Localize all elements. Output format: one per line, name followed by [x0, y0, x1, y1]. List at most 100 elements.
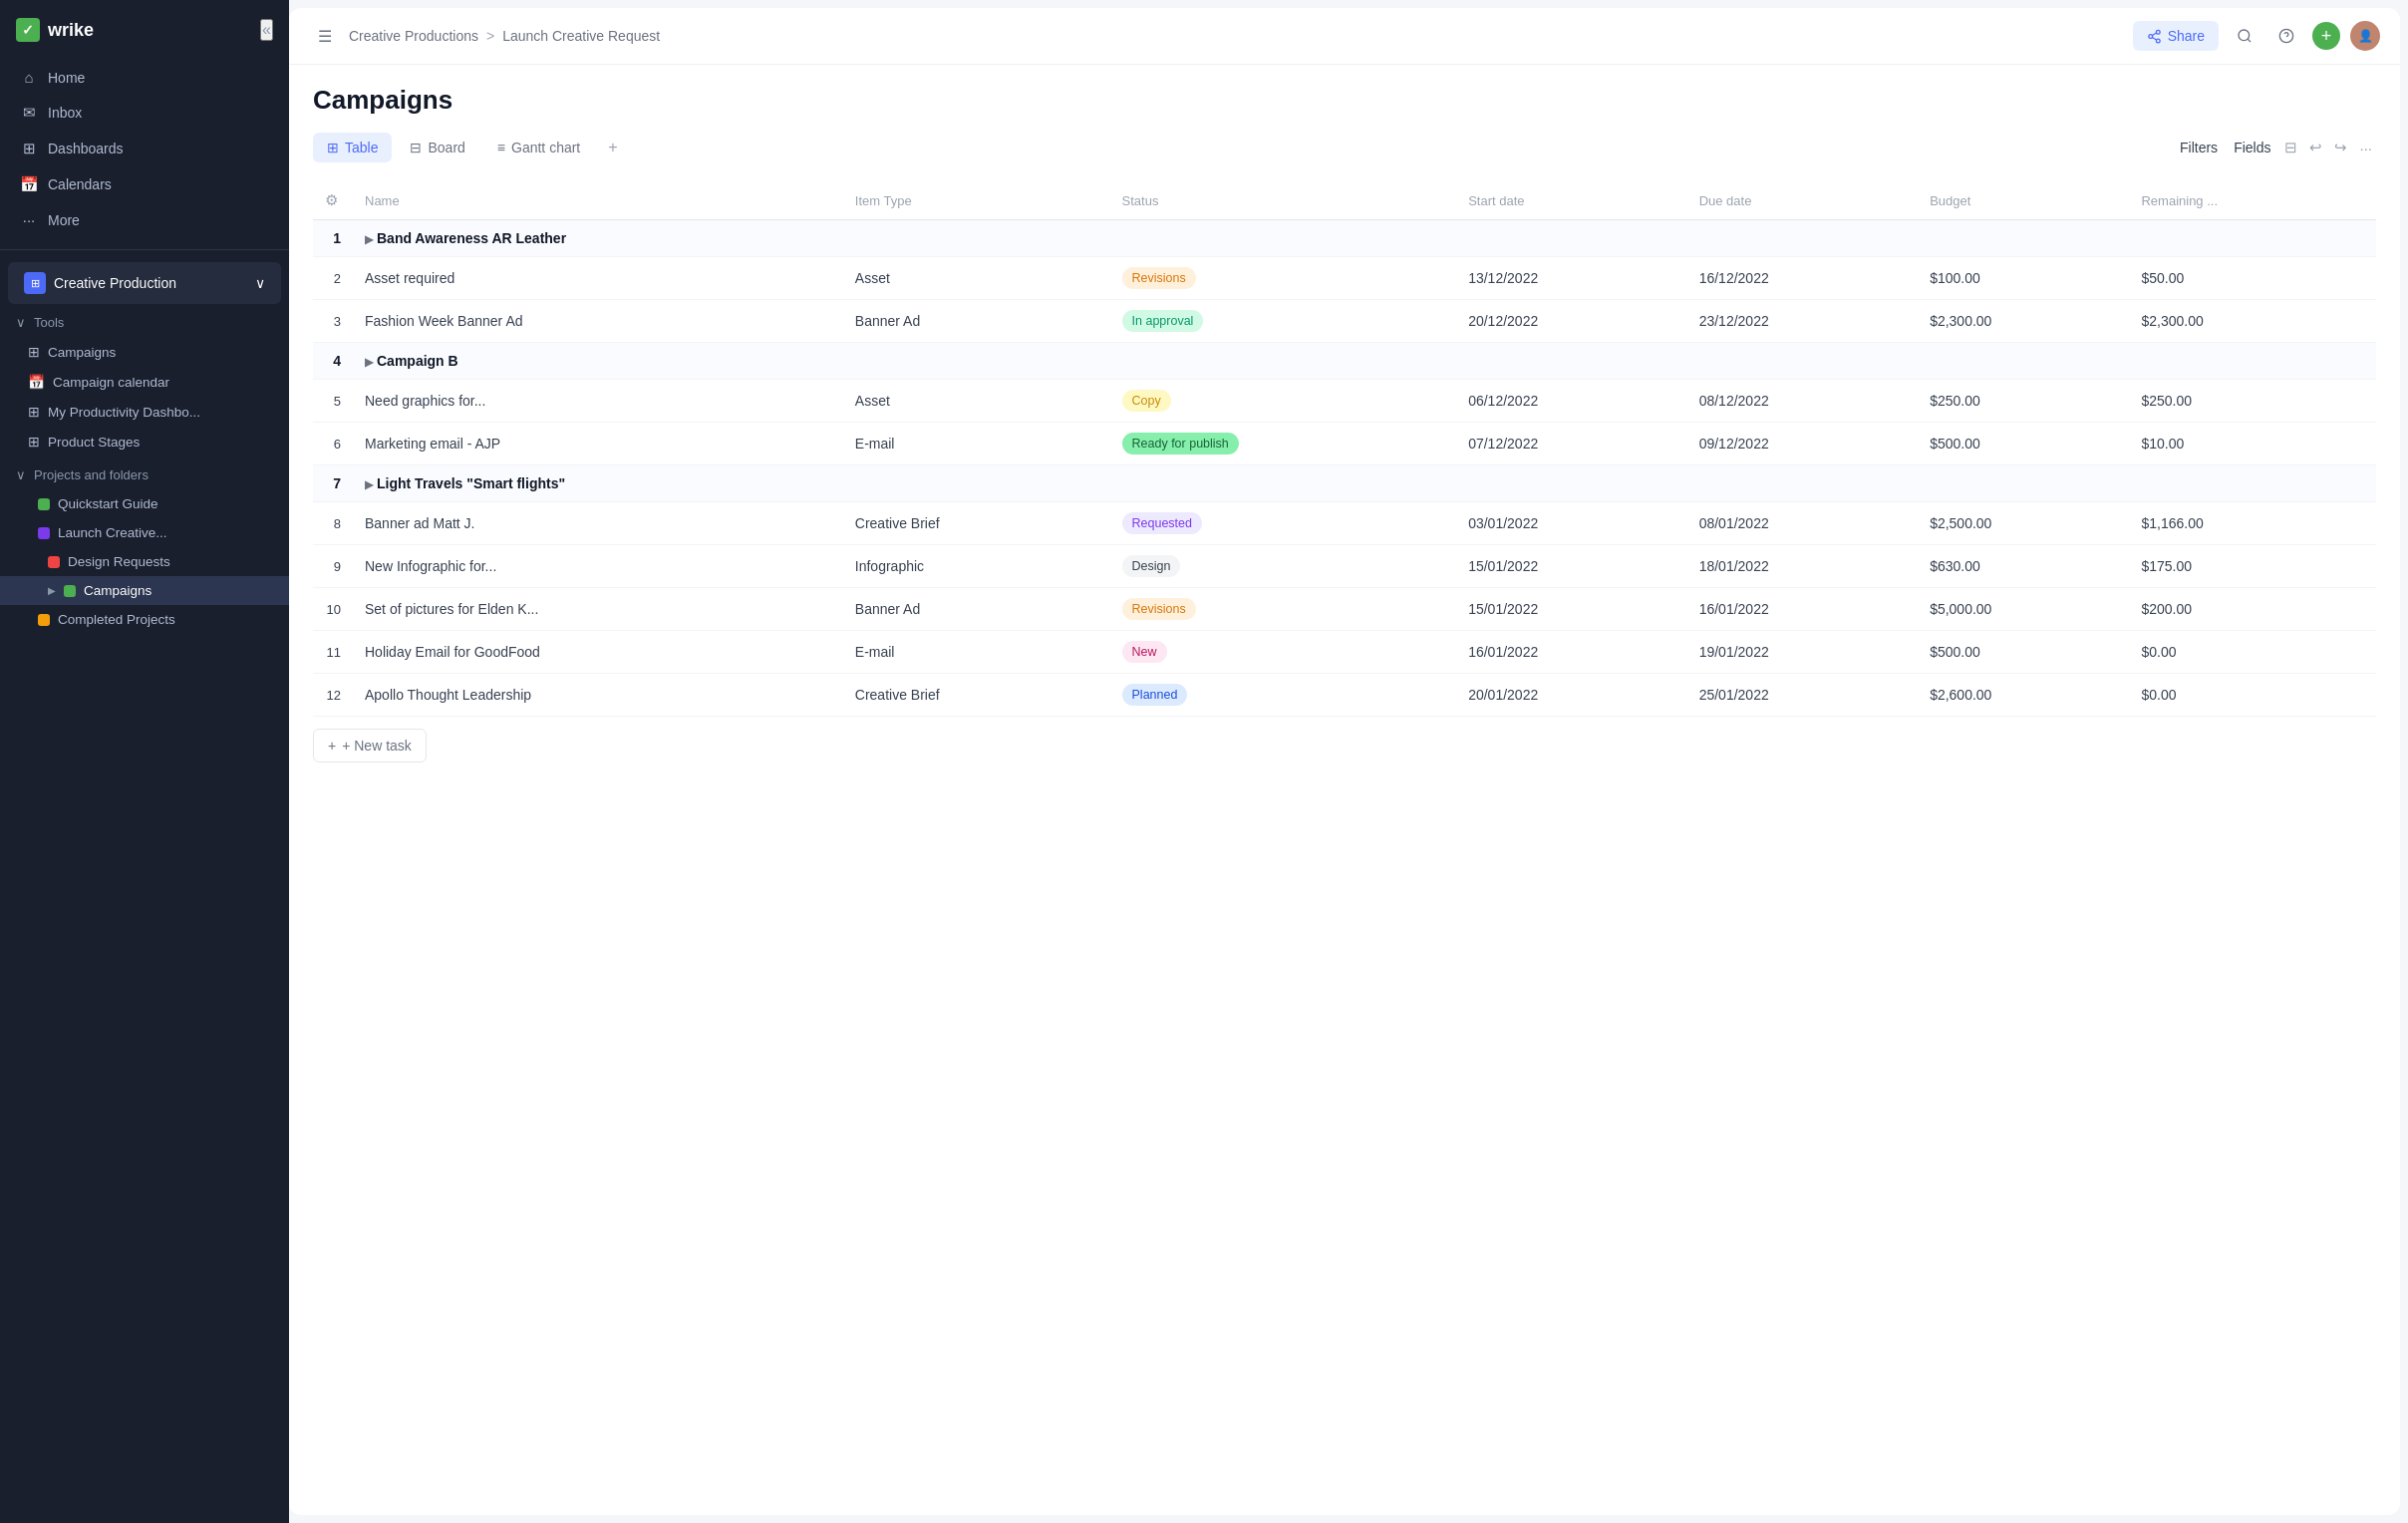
due-date: 09/12/2022	[1687, 423, 1918, 465]
hamburger-button[interactable]: ☰	[309, 20, 341, 52]
status-badge: Revisions	[1122, 598, 1196, 620]
task-name[interactable]: Need graphics for...	[353, 380, 843, 423]
folder-icon-green-campaigns	[64, 585, 76, 597]
col-remaining[interactable]: Remaining ...	[2129, 181, 2376, 220]
remaining: $2,300.00	[2129, 300, 2376, 343]
task-name[interactable]: Set of pictures for Elden K...	[353, 588, 843, 631]
table-row[interactable]: 6 Marketing email - AJP E-mail Ready for…	[313, 423, 2376, 465]
task-status[interactable]: In approval	[1110, 300, 1457, 343]
row-number: 1	[313, 220, 353, 257]
col-budget[interactable]: Budget	[1918, 181, 2129, 220]
tab-gantt[interactable]: ≡ Gantt chart	[483, 133, 594, 162]
task-status[interactable]: Revisions	[1110, 588, 1457, 631]
workspace-icon: ⊞	[24, 272, 46, 294]
task-status[interactable]: Planned	[1110, 674, 1457, 717]
start-date: 15/01/2022	[1456, 545, 1686, 588]
row-number: 6	[313, 423, 353, 465]
col-name[interactable]: Name	[353, 181, 843, 220]
budget: $250.00	[1918, 380, 2129, 423]
search-button[interactable]	[2229, 20, 2260, 52]
sidebar-item-productivity[interactable]: ⊞ My Productivity Dashbo...	[0, 397, 289, 427]
table-row[interactable]: 3 Fashion Week Banner Ad Banner Ad In ap…	[313, 300, 2376, 343]
folders-section-header[interactable]: ∨ Projects and folders	[0, 460, 289, 489]
task-name[interactable]: Banner ad Matt J.	[353, 502, 843, 545]
svg-point-0	[2156, 30, 2160, 34]
add-view-button[interactable]: +	[598, 132, 627, 163]
table-row[interactable]: 1 ▶Band Awareness AR Leather	[313, 220, 2376, 257]
col-due-date[interactable]: Due date	[1687, 181, 1918, 220]
undo-button[interactable]: ↩	[2305, 135, 2326, 160]
tab-table[interactable]: ⊞ Table	[313, 133, 392, 162]
fields-button[interactable]: Fields	[2228, 136, 2276, 159]
filters-button[interactable]: Filters	[2174, 136, 2224, 159]
sidebar-item-more[interactable]: ··· More	[0, 202, 289, 237]
table-row[interactable]: 11 Holiday Email for GoodFood E-mail New…	[313, 631, 2376, 674]
sidebar-collapse-button[interactable]: «	[260, 19, 273, 41]
budget: $500.00	[1918, 423, 2129, 465]
workspace-selector[interactable]: ⊞ Creative Production ∨	[8, 262, 281, 304]
sidebar-item-campaigns-folder[interactable]: ▶ Campaigns	[0, 576, 289, 605]
task-name[interactable]: Fashion Week Banner Ad	[353, 300, 843, 343]
new-task-button[interactable]: + + New task	[313, 729, 427, 762]
sidebar-item-design-requests[interactable]: Design Requests	[0, 547, 289, 576]
workspace-chevron-icon: ∨	[255, 275, 265, 291]
task-name[interactable]: New Infographic for...	[353, 545, 843, 588]
table-icon: ⊞	[327, 140, 339, 155]
row-number: 10	[313, 588, 353, 631]
sidebar-item-dashboards[interactable]: ⊞ Dashboards	[0, 131, 289, 166]
task-status[interactable]: Copy	[1110, 380, 1457, 423]
sidebar-item-product-stages[interactable]: ⊞ Product Stages	[0, 427, 289, 457]
settings-icon[interactable]: ⚙	[325, 191, 338, 208]
sidebar-item-campaign-calendar[interactable]: 📅 Campaign calendar	[0, 367, 289, 397]
sidebar-item-quickstart[interactable]: Quickstart Guide	[0, 489, 289, 518]
task-status[interactable]: Ready for publish	[1110, 423, 1457, 465]
redo-button[interactable]: ↪	[2330, 135, 2351, 160]
due-date: 18/01/2022	[1687, 545, 1918, 588]
task-name[interactable]: Asset required	[353, 257, 843, 300]
item-type: E-mail	[843, 423, 1110, 465]
sidebar-item-launch-creative[interactable]: Launch Creative...	[0, 518, 289, 547]
sidebar-item-campaigns[interactable]: ⊞ Campaigns	[0, 337, 289, 367]
more-icon: ···	[20, 211, 38, 228]
sidebar-item-home[interactable]: ⌂ Home	[0, 60, 289, 95]
more-options-button[interactable]: ···	[2355, 136, 2376, 160]
tab-board[interactable]: ⊟ Board	[396, 133, 478, 162]
share-button[interactable]: Share	[2133, 21, 2219, 51]
status-badge: Ready for publish	[1122, 433, 1239, 455]
table-row[interactable]: 5 Need graphics for... Asset Copy 06/12/…	[313, 380, 2376, 423]
help-button[interactable]	[2270, 20, 2302, 52]
task-name[interactable]: Apollo Thought Leadership	[353, 674, 843, 717]
add-button[interactable]: +	[2312, 22, 2340, 50]
task-name[interactable]: Holiday Email for GoodFood	[353, 631, 843, 674]
task-status[interactable]: Requested	[1110, 502, 1457, 545]
campaigns-table: ⚙ Name Item Type Status Start date Due d…	[313, 181, 2376, 717]
remaining: $200.00	[2129, 588, 2376, 631]
table-row[interactable]: 12 Apollo Thought Leadership Creative Br…	[313, 674, 2376, 717]
home-icon: ⌂	[20, 69, 38, 86]
sidebar-item-inbox[interactable]: ✉ Inbox	[0, 95, 289, 131]
remaining: $250.00	[2129, 380, 2376, 423]
svg-line-6	[2248, 39, 2251, 42]
task-status[interactable]: New	[1110, 631, 1457, 674]
task-status[interactable]: Revisions	[1110, 257, 1457, 300]
topbar: ☰ Creative Productions > Launch Creative…	[289, 8, 2400, 65]
budget: $2,600.00	[1918, 674, 2129, 717]
logo-check-icon: ✓	[16, 18, 40, 42]
table-row[interactable]: 2 Asset required Asset Revisions 13/12/2…	[313, 257, 2376, 300]
col-item-type[interactable]: Item Type	[843, 181, 1110, 220]
col-status[interactable]: Status	[1110, 181, 1457, 220]
svg-point-2	[2156, 39, 2160, 43]
task-status[interactable]: Design	[1110, 545, 1457, 588]
table-row[interactable]: 4 ▶Campaign B	[313, 343, 2376, 380]
main-content: ☰ Creative Productions > Launch Creative…	[289, 8, 2400, 1515]
sidebar-item-completed-projects[interactable]: Completed Projects	[0, 605, 289, 634]
task-name[interactable]: Marketing email - AJP	[353, 423, 843, 465]
sidebar-item-calendars[interactable]: 📅 Calendars	[0, 166, 289, 202]
col-start-date[interactable]: Start date	[1456, 181, 1686, 220]
tools-section-header[interactable]: ∨ Tools	[0, 308, 289, 337]
table-row[interactable]: 7 ▶Light Travels "Smart flights"	[313, 465, 2376, 502]
table-row[interactable]: 8 Banner ad Matt J. Creative Brief Reque…	[313, 502, 2376, 545]
table-row[interactable]: 10 Set of pictures for Elden K... Banner…	[313, 588, 2376, 631]
table-row[interactable]: 9 New Infographic for... Infographic Des…	[313, 545, 2376, 588]
view-toggle-button[interactable]: ⊟	[2280, 135, 2301, 160]
